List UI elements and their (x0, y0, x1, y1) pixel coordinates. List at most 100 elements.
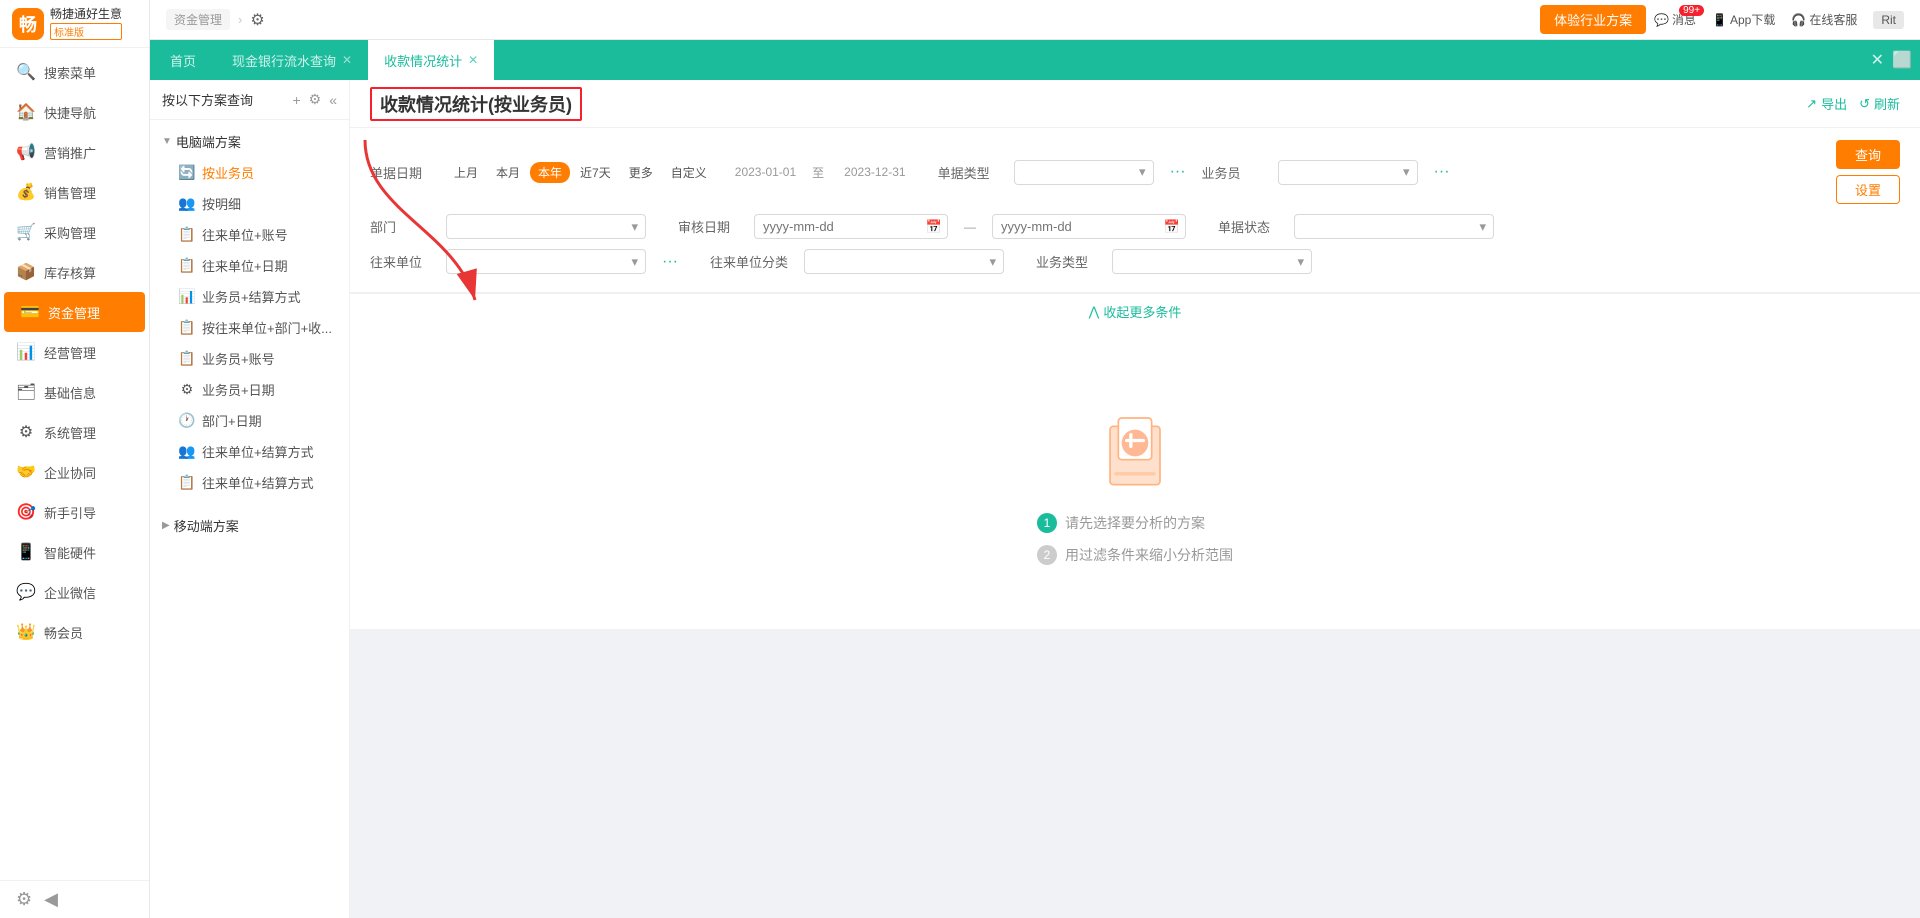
salesperson-select[interactable] (1278, 160, 1418, 185)
refresh-label: 刷新 (1874, 94, 1900, 113)
capital-icon: 💳 (20, 302, 40, 322)
counterpart-more-btn[interactable]: ··· (662, 253, 678, 271)
tab-bank-flow-close[interactable]: ✕ (342, 53, 352, 67)
tab-home[interactable]: 首页 (150, 40, 216, 80)
dept-select[interactable] (446, 214, 646, 239)
message-btn[interactable]: 💬 消息 99+ (1654, 11, 1696, 28)
tree-item-by-detail[interactable]: 👥 按明细 (150, 188, 349, 219)
counterpart-cat-label: 往来单位分类 (710, 252, 788, 271)
collapse-panel-btn[interactable]: « (329, 92, 337, 108)
date-range-to: 2023-12-31 (844, 165, 905, 179)
bill-type-select[interactable] (1014, 160, 1154, 185)
date-tab-more[interactable]: 更多 (621, 162, 661, 183)
query-btn[interactable]: 查询 (1836, 140, 1900, 169)
settings-btn[interactable]: 设置 (1836, 175, 1900, 204)
sidebar-item-sales[interactable]: 💰 销售管理 (0, 172, 149, 212)
tree-icon-unit-pay2: 📋 (178, 474, 196, 491)
review-date-from-input[interactable] (754, 214, 948, 239)
online-service-btn[interactable]: 🎧 在线客服 (1791, 11, 1857, 28)
tree-mobile-label: 移动端方案 (174, 516, 239, 535)
sidebar-item-purchase[interactable]: 🛒 采购管理 (0, 212, 149, 252)
tree-item-unit-account[interactable]: 📋 往来单位+账号 (150, 219, 349, 250)
date-tab-this-year[interactable]: 本年 (530, 162, 570, 183)
date-tab-last-month[interactable]: 上月 (446, 162, 486, 183)
tab-bar: 首页 现金银行流水查询 ✕ 收款情况统计 ✕ ✕ ⬜ (150, 40, 1920, 80)
logo-icon: 畅 (12, 8, 44, 40)
business-type-label: 业务类型 (1036, 252, 1096, 271)
left-panel-title: 按以下方案查询 (162, 90, 253, 109)
tree-item-salesperson-payment[interactable]: 📊 业务员+结算方式 (150, 281, 349, 312)
refresh-btn[interactable]: ↺ 刷新 (1859, 94, 1900, 113)
review-date-from-wrap: 📅 (754, 214, 948, 239)
tree-item-sp-account[interactable]: 📋 业务员+账号 (150, 343, 349, 374)
collapse-chevron-icon: ⋀ (1089, 304, 1100, 320)
empty-illustration (1085, 393, 1185, 493)
business-type-select-wrap (1112, 249, 1312, 274)
date-label: 单据日期 (370, 163, 430, 182)
sidebar-label-marketing: 营销推广 (44, 143, 96, 162)
tab-collection[interactable]: 收款情况统计 ✕ (368, 40, 494, 80)
tree-item-by-salesperson[interactable]: 🔄 按业务员 (150, 157, 349, 188)
sidebar-item-marketing[interactable]: 📢 营销推广 (0, 132, 149, 172)
date-tab-this-month[interactable]: 本月 (488, 162, 528, 183)
collapse-more-btn[interactable]: ⋀ 收起更多条件 (350, 293, 1920, 329)
tree-item-sp-date[interactable]: ⚙ 业务员+日期 (150, 374, 349, 405)
add-scheme-btn[interactable]: + (292, 92, 300, 108)
tree-item-unit-pay1[interactable]: 👥 往来单位+结算方式 (150, 436, 349, 467)
empty-step-2-text: 用过滤条件来缩小分析范围 (1065, 545, 1233, 565)
collapse-sidebar-icon[interactable]: ◀ (44, 889, 58, 910)
gear-scheme-btn[interactable]: ⚙ (309, 91, 322, 108)
sidebar-label-sales: 销售管理 (44, 183, 96, 202)
tree-desktop-title[interactable]: ▼ 电脑端方案 (150, 126, 349, 157)
tab-collection-close[interactable]: ✕ (468, 53, 478, 67)
counterpart-select[interactable] (446, 249, 646, 274)
sidebar-item-wechat[interactable]: 💬 企业微信 (0, 572, 149, 612)
close-window-icon[interactable]: ✕ (1871, 50, 1884, 70)
sidebar-item-capital[interactable]: 💳 资金管理 (4, 292, 145, 332)
tree-item-unit-date[interactable]: 📋 往来单位+日期 (150, 250, 349, 281)
sidebar-item-operations[interactable]: 📊 经营管理 (0, 332, 149, 372)
tree-item-unit-pay2[interactable]: 📋 往来单位+结算方式 (150, 467, 349, 498)
topbar-gear-icon[interactable]: ⚙ (250, 10, 264, 30)
sidebar-item-basic-info[interactable]: 🗂 基础信息 (0, 372, 149, 412)
sidebar-label-wechat: 企业微信 (44, 583, 96, 602)
date-tab-custom[interactable]: 自定义 (663, 162, 715, 183)
sidebar-item-system[interactable]: ⚙ 系统管理 (0, 412, 149, 452)
tree-label-unit-date: 往来单位+日期 (202, 256, 288, 275)
sidebar-bottom: ⚙ ◀ (0, 880, 149, 918)
topbar-right: 💬 消息 99+ 📱 App下载 🎧 在线客服 Rit (1654, 11, 1904, 29)
tree-label-dept-date: 部门+日期 (202, 411, 262, 430)
salesperson-more-btn[interactable]: ··· (1434, 163, 1450, 181)
bill-type-more-btn[interactable]: ··· (1170, 163, 1186, 181)
review-date-to-input[interactable] (992, 214, 1186, 239)
user-avatar[interactable]: Rit (1873, 11, 1904, 29)
sidebar-item-search-menu[interactable]: 🔍 搜索菜单 (0, 52, 149, 92)
tab-bank-flow[interactable]: 现金银行流水查询 ✕ (216, 40, 368, 80)
tree-item-dept-date[interactable]: 🕐 部门+日期 (150, 405, 349, 436)
sidebar-item-member[interactable]: 👑 畅会员 (0, 612, 149, 652)
message-icon: 💬 (1654, 13, 1669, 27)
collapse-btn-label: 收起更多条件 (1103, 302, 1181, 321)
tree-label-sp-account: 业务员+账号 (202, 349, 275, 368)
tree-item-unit-dept-collection[interactable]: 📋 按往来单位+部门+收... (150, 312, 349, 343)
sidebar-item-quick-nav[interactable]: 🏠 快捷导航 (0, 92, 149, 132)
settings-bottom-icon[interactable]: ⚙ (16, 889, 32, 910)
sidebar-label-basic-info: 基础信息 (44, 383, 96, 402)
sidebar-item-smart-hw[interactable]: 📱 智能硬件 (0, 532, 149, 572)
sidebar-item-inventory[interactable]: 📦 库存核算 (0, 252, 149, 292)
wechat-icon: 💬 (16, 582, 36, 602)
date-tab-7days[interactable]: 近7天 (572, 162, 619, 183)
tree-label-unit-pay2: 往来单位+结算方式 (202, 473, 314, 492)
tree-mobile-title[interactable]: ▶ 移动端方案 (150, 510, 349, 541)
main-content: 按以下方案查询 + ⚙ « ▼ 电脑端方案 🔄 按业务员 👥 (150, 80, 1920, 918)
counterpart-cat-select[interactable] (804, 249, 1004, 274)
sidebar-item-enterprise[interactable]: 🤝 企业协同 (0, 452, 149, 492)
export-btn[interactable]: ↗ 导出 (1806, 94, 1847, 113)
maximize-window-icon[interactable]: ⬜ (1892, 50, 1912, 70)
trial-btn[interactable]: 体验行业方案 (1540, 5, 1646, 34)
app-download-btn[interactable]: 📱 App下载 (1712, 11, 1775, 28)
bill-status-select[interactable] (1294, 214, 1494, 239)
right-panel: 收款情况统计(按业务员) ↗ 导出 ↺ 刷新 单据日期 (350, 80, 1920, 918)
business-type-select[interactable] (1112, 249, 1312, 274)
sidebar-item-newbie[interactable]: 🎯 新手引导 (0, 492, 149, 532)
